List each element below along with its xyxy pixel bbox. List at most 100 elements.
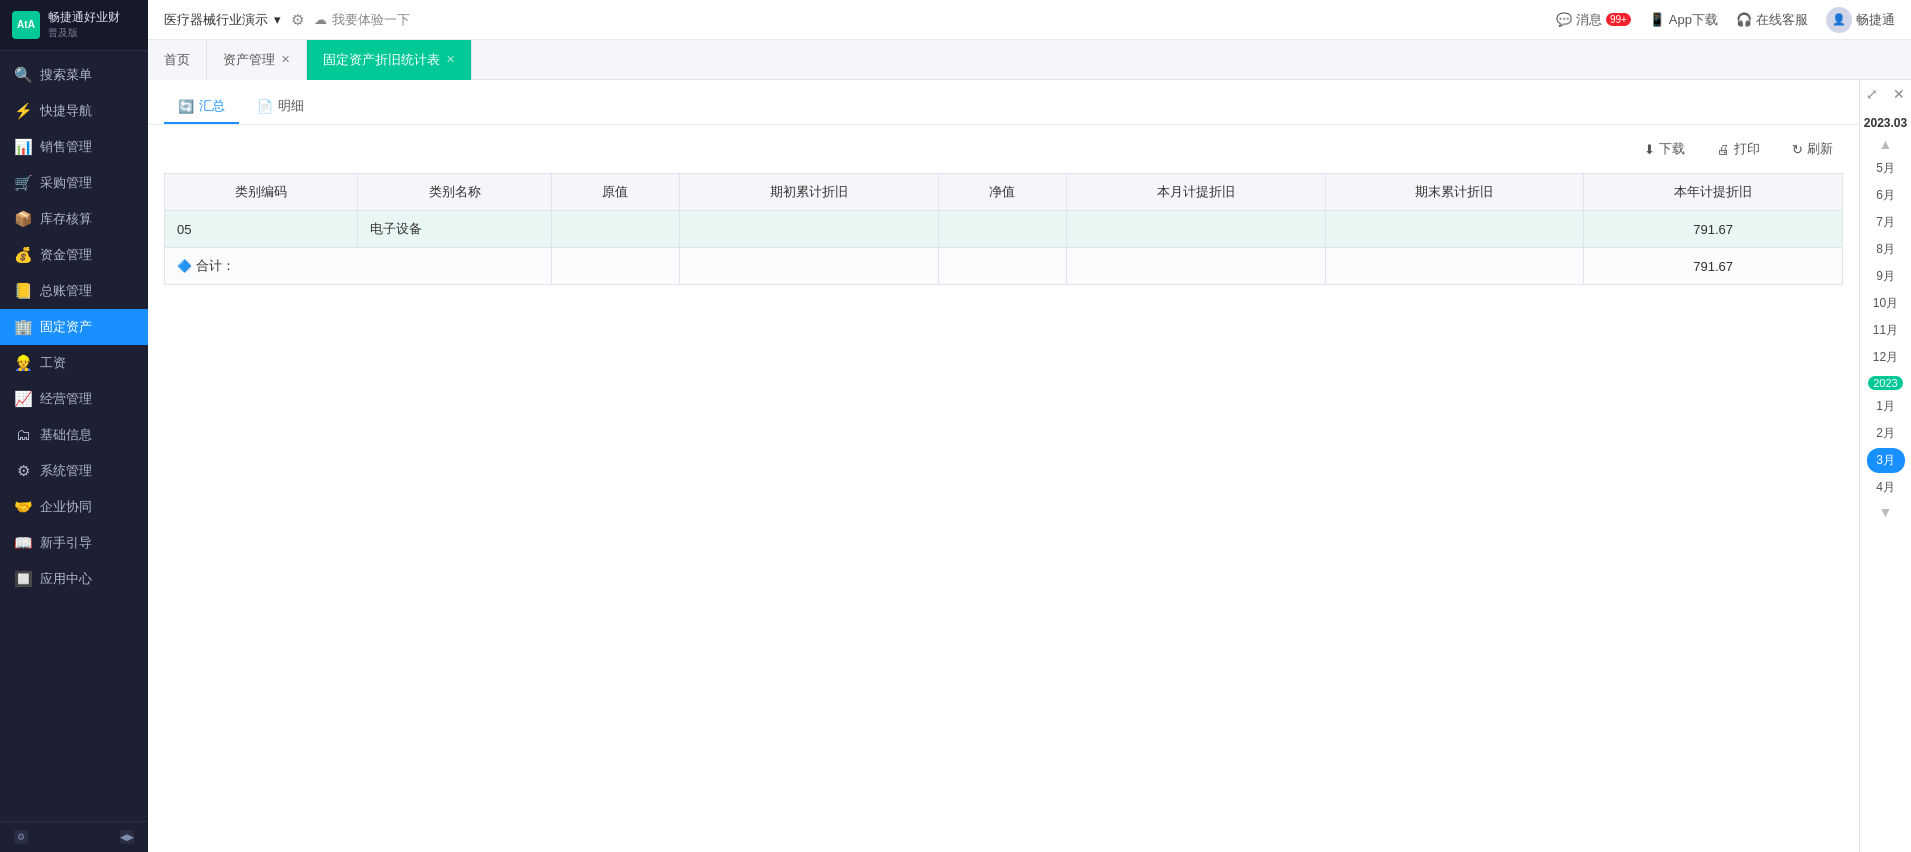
panel-month-5月[interactable]: 5月	[1867, 156, 1905, 181]
nav-icon: 📒	[14, 282, 32, 300]
sidebar-header: AtA 畅捷通好业财 普及版	[0, 0, 148, 51]
download-btn[interactable]: ⬇ 下载	[1634, 135, 1695, 163]
tab-0[interactable]: 首页	[148, 40, 207, 80]
username: 畅捷通	[1856, 11, 1895, 29]
depreciation-table: 类别编码类别名称原值期初累计折旧净值本月计提折旧期末累计折旧本年计提折旧 05电…	[164, 173, 1843, 285]
company-selector[interactable]: 医疗器械行业演示 ▾	[164, 11, 281, 29]
sidebar-item-企业协同[interactable]: 🤝企业协同	[0, 489, 148, 525]
nav-label: 工资	[40, 354, 66, 372]
panel-expand-btn[interactable]: ⤢	[1866, 86, 1878, 102]
user-btn[interactable]: 👤 畅捷通	[1826, 7, 1895, 33]
topbar: 医疗器械行业演示 ▾ ⚙ ☁ 我要体验一下 💬 消息 99+ 📱 App下载 🎧…	[148, 0, 1911, 40]
sidebar-title-group: 畅捷通好业财 普及版	[48, 10, 120, 40]
total-row: 🔷合计：791.67	[165, 248, 1843, 285]
print-btn[interactable]: 🖨 打印	[1707, 135, 1770, 163]
col-header-类别编码: 类别编码	[165, 174, 358, 211]
cell-3	[679, 211, 938, 248]
total-icon: 🔷	[177, 259, 192, 273]
tab-2[interactable]: 固定资产折旧统计表✕	[307, 40, 472, 80]
sidebar-item-新手引导[interactable]: 📖新手引导	[0, 525, 148, 561]
sidebar-item-固定资产[interactable]: 🏢固定资产	[0, 309, 148, 345]
topbar-right: 💬 消息 99+ 📱 App下载 🎧 在线客服 👤 畅捷通	[1556, 7, 1895, 33]
tab-1[interactable]: 资产管理 ✕	[207, 40, 307, 80]
panel-years: ▲ 5月6月7月8月9月10月11月12月 2023 1月2月3月4月 ▼	[1860, 134, 1911, 522]
total-cell-2	[551, 248, 679, 285]
panel-month-4月[interactable]: 4月	[1867, 475, 1905, 500]
panel-month-12月[interactable]: 12月	[1867, 345, 1905, 370]
panel-month-9月[interactable]: 9月	[1867, 264, 1905, 289]
tab-label: 资产管理	[223, 51, 275, 69]
avatar: 👤	[1826, 7, 1852, 33]
app-logo-icon: AtA	[12, 11, 40, 39]
sidebar-item-资金管理[interactable]: 💰资金管理	[0, 237, 148, 273]
sidebar-collapse-btn[interactable]: ◀▶	[120, 830, 134, 844]
sub-tab-icon: 🔄	[178, 99, 194, 114]
sidebar-item-总账管理[interactable]: 📒总账管理	[0, 273, 148, 309]
nav-icon: 📊	[14, 138, 32, 156]
panel-down-arrow[interactable]: ▼	[1879, 504, 1893, 520]
sidebar-nav: 🔍搜索菜单⚡快捷导航📊销售管理🛒采购管理📦库存核算💰资金管理📒总账管理🏢固定资产…	[0, 51, 148, 821]
app-download-btn[interactable]: 📱 App下载	[1649, 11, 1718, 29]
nav-label: 应用中心	[40, 570, 92, 588]
cell-1: 电子设备	[358, 211, 551, 248]
panel-month-2月[interactable]: 2月	[1867, 421, 1905, 446]
sidebar-item-库存核算[interactable]: 📦库存核算	[0, 201, 148, 237]
nav-label: 经营管理	[40, 390, 92, 408]
download-icon: ⬇	[1644, 142, 1655, 157]
message-icon: 💬	[1556, 12, 1572, 27]
toolbar: ⬇ 下载 🖨 打印 ↻ 刷新	[148, 125, 1859, 173]
nav-icon: 🤝	[14, 498, 32, 516]
panel-month-3月[interactable]: 3月	[1867, 448, 1905, 473]
sidebar-item-采购管理[interactable]: 🛒采购管理	[0, 165, 148, 201]
panel-month-10月[interactable]: 10月	[1867, 291, 1905, 316]
message-badge: 99+	[1606, 13, 1631, 26]
total-cell-6	[1325, 248, 1584, 285]
sidebar-item-应用中心[interactable]: 🔲应用中心	[0, 561, 148, 597]
cell-4	[938, 211, 1066, 248]
panel-close-btn[interactable]: ✕	[1893, 86, 1905, 102]
sidebar: AtA 畅捷通好业财 普及版 🔍搜索菜单⚡快捷导航📊销售管理🛒采购管理📦库存核算…	[0, 0, 148, 852]
panel-month-11月[interactable]: 11月	[1867, 318, 1905, 343]
experience-btn[interactable]: ☁ 我要体验一下	[314, 11, 410, 29]
panel-up-arrow[interactable]: ▲	[1879, 136, 1893, 152]
print-label: 打印	[1734, 140, 1760, 158]
sidebar-footer: ⚙ ◀▶	[0, 821, 148, 852]
sidebar-item-搜索菜单[interactable]: 🔍搜索菜单	[0, 57, 148, 93]
customer-service-btn[interactable]: 🎧 在线客服	[1736, 11, 1808, 29]
refresh-label: 刷新	[1807, 140, 1833, 158]
nav-icon: 🛒	[14, 174, 32, 192]
refresh-btn[interactable]: ↻ 刷新	[1782, 135, 1843, 163]
panel-month-8月[interactable]: 8月	[1867, 237, 1905, 262]
nav-label: 搜索菜单	[40, 66, 92, 84]
panel-month-6月[interactable]: 6月	[1867, 183, 1905, 208]
sidebar-item-销售管理[interactable]: 📊销售管理	[0, 129, 148, 165]
sidebar-item-经营管理[interactable]: 📈经营管理	[0, 381, 148, 417]
experience-icon: ☁	[314, 12, 327, 27]
tab-close-btn[interactable]: ✕	[281, 53, 290, 66]
nav-icon: 💰	[14, 246, 32, 264]
sidebar-settings-btn[interactable]: ⚙	[14, 830, 28, 844]
tab-label: 首页	[164, 51, 190, 69]
message-btn[interactable]: 💬 消息 99+	[1556, 11, 1631, 29]
sidebar-item-快捷导航[interactable]: ⚡快捷导航	[0, 93, 148, 129]
nav-icon: 📖	[14, 534, 32, 552]
table-container: 类别编码类别名称原值期初累计折旧净值本月计提折旧期末累计折旧本年计提折旧 05电…	[148, 173, 1859, 852]
topbar-settings-icon[interactable]: ⚙	[291, 11, 304, 29]
panel-month-1月[interactable]: 1月	[1867, 394, 1905, 419]
tab-close-btn[interactable]: ✕	[446, 53, 455, 66]
col-header-本月计提折旧: 本月计提折旧	[1066, 174, 1325, 211]
year-badge: 2023	[1868, 376, 1902, 390]
download-label: 下载	[1659, 140, 1685, 158]
sidebar-item-工资[interactable]: 👷工资	[0, 345, 148, 381]
panel-month-7月[interactable]: 7月	[1867, 210, 1905, 235]
sidebar-item-基础信息[interactable]: 🗂基础信息	[0, 417, 148, 453]
nav-icon: ⚡	[14, 102, 32, 120]
main-area: 医疗器械行业演示 ▾ ⚙ ☁ 我要体验一下 💬 消息 99+ 📱 App下载 🎧…	[148, 0, 1911, 852]
tabs-bar: 首页资产管理✕固定资产折旧统计表✕	[148, 40, 1911, 80]
col-header-净值: 净值	[938, 174, 1066, 211]
sub-tab-明细[interactable]: 📄明细	[243, 90, 318, 124]
col-header-类别名称: 类别名称	[358, 174, 551, 211]
cell-6	[1325, 211, 1584, 248]
sidebar-item-系统管理[interactable]: ⚙系统管理	[0, 453, 148, 489]
sub-tab-汇总[interactable]: 🔄汇总	[164, 90, 239, 124]
